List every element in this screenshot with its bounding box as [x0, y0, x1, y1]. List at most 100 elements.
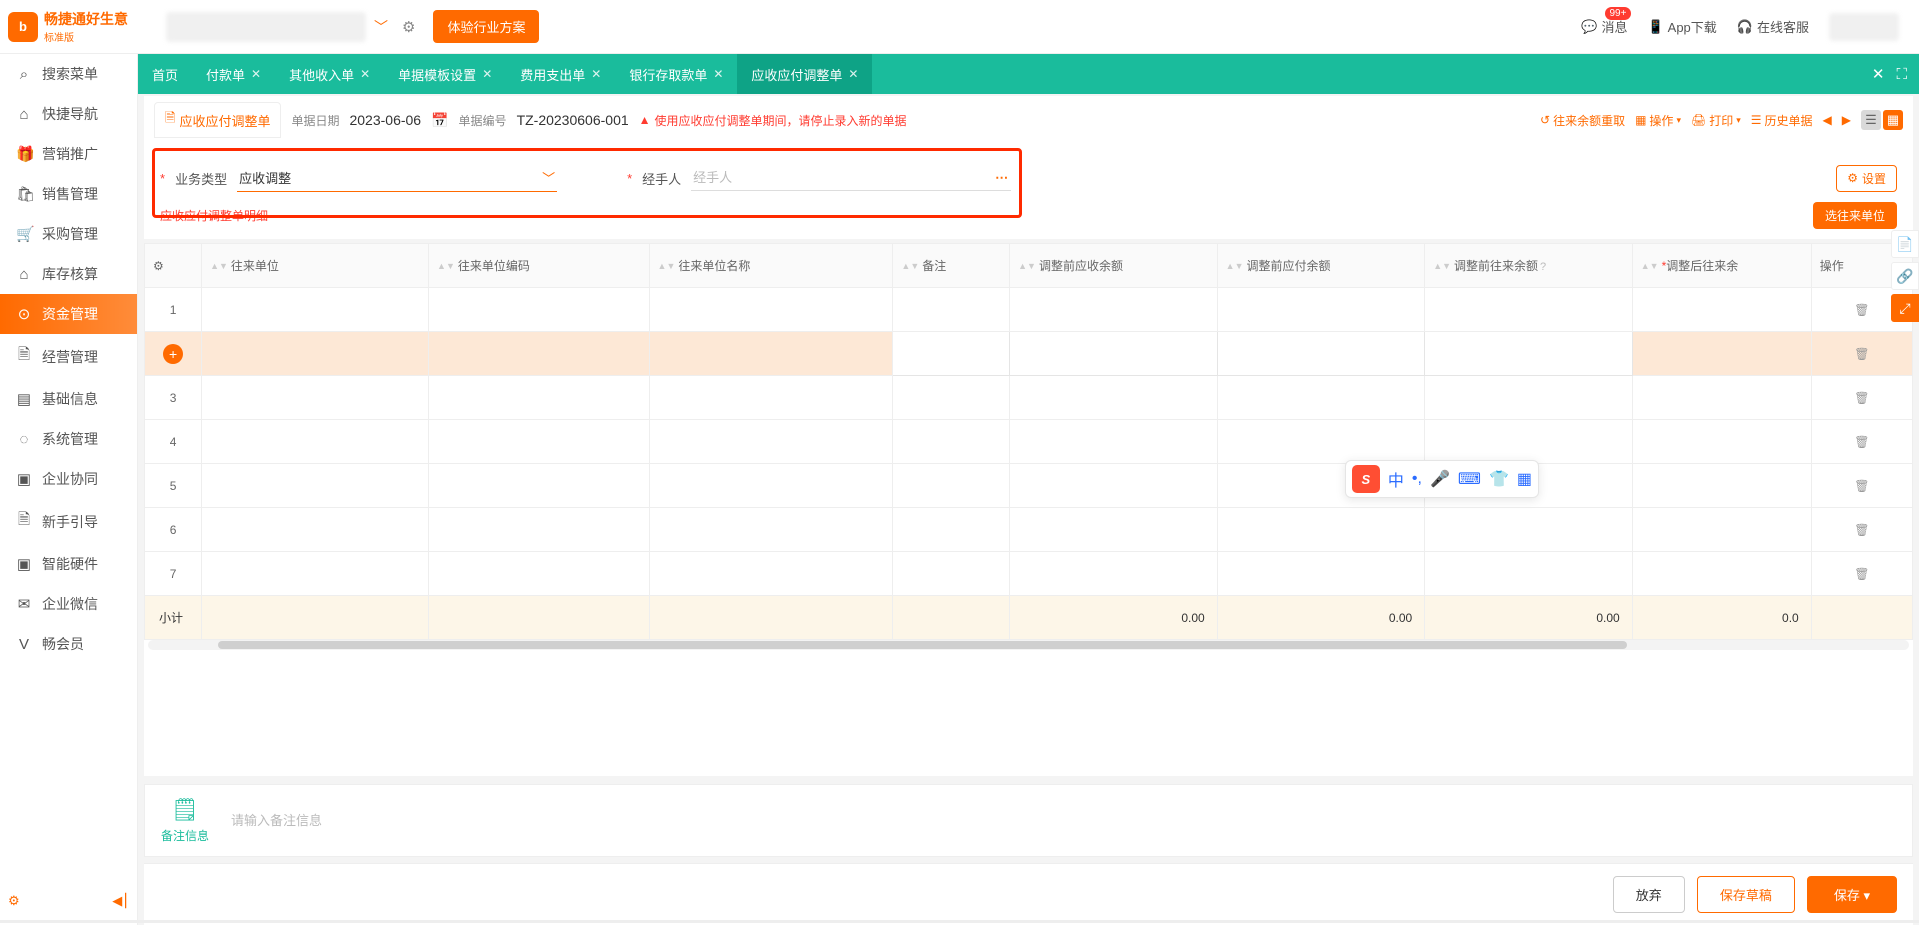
table-settings-header[interactable]: ⚙ [145, 244, 202, 288]
cell[interactable] [1632, 508, 1811, 552]
cell[interactable] [649, 288, 893, 332]
cell[interactable] [649, 552, 893, 596]
cell[interactable] [202, 420, 429, 464]
cell[interactable] [1217, 420, 1425, 464]
ime-lang-toggle[interactable]: 中 [1388, 467, 1404, 491]
sidebar-item-8[interactable]: ▤基础信息 [0, 379, 137, 419]
sidebar-item-13[interactable]: ✉企业微信 [0, 584, 137, 624]
cell[interactable] [429, 288, 650, 332]
close-all-tabs-icon[interactable]: ✕ [1872, 65, 1885, 83]
cell[interactable] [202, 376, 429, 420]
trash-icon[interactable]: 🗑 [1854, 567, 1869, 581]
recalc-balance-link[interactable]: ↺ 往来余额重取 [1540, 112, 1625, 129]
cell[interactable] [1632, 332, 1811, 376]
cell[interactable] [1217, 552, 1425, 596]
sidebar-item-3[interactable]: 🛍销售管理 [0, 174, 137, 214]
close-icon[interactable]: ✕ [713, 67, 723, 81]
ime-mic-icon[interactable]: 🎤 [1430, 469, 1450, 489]
cell[interactable] [893, 288, 1010, 332]
date-value[interactable]: 2023-06-06 [349, 112, 421, 128]
history-link[interactable]: ☰ 历史单据 [1751, 112, 1813, 129]
col-unit-name[interactable]: ▲▼往来单位名称 [649, 244, 893, 288]
cell[interactable] [1425, 552, 1633, 596]
scrollbar-thumb[interactable] [218, 641, 1627, 649]
cell[interactable] [649, 332, 893, 376]
table-row[interactable]: 4🗑 [145, 420, 1913, 464]
plus-icon[interactable]: + [163, 344, 183, 364]
help-icon[interactable]: ? [1540, 261, 1546, 273]
cell[interactable] [1217, 332, 1425, 376]
sidebar-item-11[interactable]: 🗎新手引导 [0, 499, 137, 544]
operate-dropdown[interactable]: ▦ 操作 ▾ [1635, 112, 1681, 129]
prev-doc-arrow[interactable]: ◀ [1823, 113, 1832, 127]
gear-icon[interactable]: ⚙ [402, 18, 415, 36]
sidebar-item-9[interactable]: ◌系统管理 [0, 419, 137, 459]
sidebar-item-2[interactable]: 🎁营销推广 [0, 134, 137, 174]
col-unit-code[interactable]: ▲▼往来单位编码 [429, 244, 650, 288]
cell[interactable] [649, 508, 893, 552]
sidebar-item-10[interactable]: ▣企业协同 [0, 459, 137, 499]
more-icon[interactable]: ⋯ [995, 170, 1009, 186]
handler-input[interactable] [693, 170, 995, 185]
table-row[interactable]: 5🗑 [145, 464, 1913, 508]
cell[interactable] [202, 464, 429, 508]
expand-icon[interactable]: ⤢ [1891, 294, 1919, 322]
ime-toolbox-icon[interactable]: ▦ [1517, 469, 1532, 489]
user-avatar[interactable] [1829, 13, 1899, 41]
col-pre-balance[interactable]: ▲▼调整前往来余额? [1425, 244, 1633, 288]
col-post-balance[interactable]: ▲▼*调整后往来余 [1632, 244, 1811, 288]
sidebar-item-7[interactable]: 🗎经营管理 [0, 334, 137, 379]
cell[interactable] [1217, 508, 1425, 552]
cell[interactable] [429, 376, 650, 420]
tab-5[interactable]: 银行存取款单✕ [615, 54, 737, 94]
table-row[interactable]: +🗑 [145, 332, 1913, 376]
cell[interactable] [1010, 332, 1218, 376]
cell[interactable] [1632, 464, 1811, 508]
remark-input[interactable] [225, 807, 1896, 834]
cell[interactable] [893, 508, 1010, 552]
cell[interactable] [429, 464, 650, 508]
trash-icon[interactable]: 🗑 [1854, 347, 1869, 361]
messages-link[interactable]: 💬 消息 99+ [1581, 17, 1627, 36]
tab-0[interactable]: 首页 [138, 54, 192, 94]
tenant-selector[interactable] [166, 12, 366, 42]
col-pre-receivable[interactable]: ▲▼调整前应收余额 [1010, 244, 1218, 288]
cell[interactable] [202, 508, 429, 552]
cell[interactable] [429, 332, 650, 376]
ime-keyboard-icon[interactable]: ⌨ [1458, 469, 1481, 489]
cell[interactable] [429, 508, 650, 552]
cell[interactable] [1217, 288, 1425, 332]
cell[interactable] [429, 552, 650, 596]
cell[interactable] [1010, 552, 1218, 596]
cell[interactable] [1425, 376, 1633, 420]
sidebar-item-14[interactable]: V畅会员 [0, 624, 137, 664]
ime-toolbar[interactable]: S 中 •, 🎤 ⌨ 👕 ▦ [1345, 460, 1539, 498]
sidebar-item-0[interactable]: ⌕搜索菜单 [0, 54, 137, 94]
cell[interactable] [893, 420, 1010, 464]
cell[interactable] [202, 288, 429, 332]
next-doc-arrow[interactable]: ▶ [1842, 113, 1851, 127]
close-icon[interactable]: ✕ [848, 67, 858, 81]
table-row[interactable]: 7🗑 [145, 552, 1913, 596]
cell[interactable] [1010, 420, 1218, 464]
close-icon[interactable]: ✕ [591, 67, 601, 81]
horizontal-scrollbar[interactable] [148, 640, 1909, 650]
cell[interactable] [1010, 464, 1218, 508]
support-link[interactable]: 🎧 在线客服 [1737, 17, 1809, 36]
add-row-cell[interactable]: + [145, 332, 202, 376]
col-unit[interactable]: ▲▼往来单位 [202, 244, 429, 288]
save-button[interactable]: 保存 ▾ [1807, 876, 1897, 913]
print-dropdown[interactable]: 🖨 打印 ▾ [1691, 112, 1741, 129]
trash-icon[interactable]: 🗑 [1854, 435, 1869, 449]
ime-punct-icon[interactable]: •, [1412, 470, 1422, 488]
view-list-icon[interactable]: ☰ [1861, 110, 1881, 130]
table-row[interactable]: 3🗑 [145, 376, 1913, 420]
table-row[interactable]: 6🗑 [145, 508, 1913, 552]
chevron-down-icon[interactable]: ﹀ [374, 17, 388, 37]
cell[interactable] [1425, 332, 1633, 376]
fullscreen-icon[interactable]: ⛶ [1896, 66, 1907, 83]
cell[interactable] [893, 552, 1010, 596]
cell[interactable] [1010, 376, 1218, 420]
ime-skin-icon[interactable]: 👕 [1489, 469, 1509, 489]
cell[interactable] [1632, 376, 1811, 420]
